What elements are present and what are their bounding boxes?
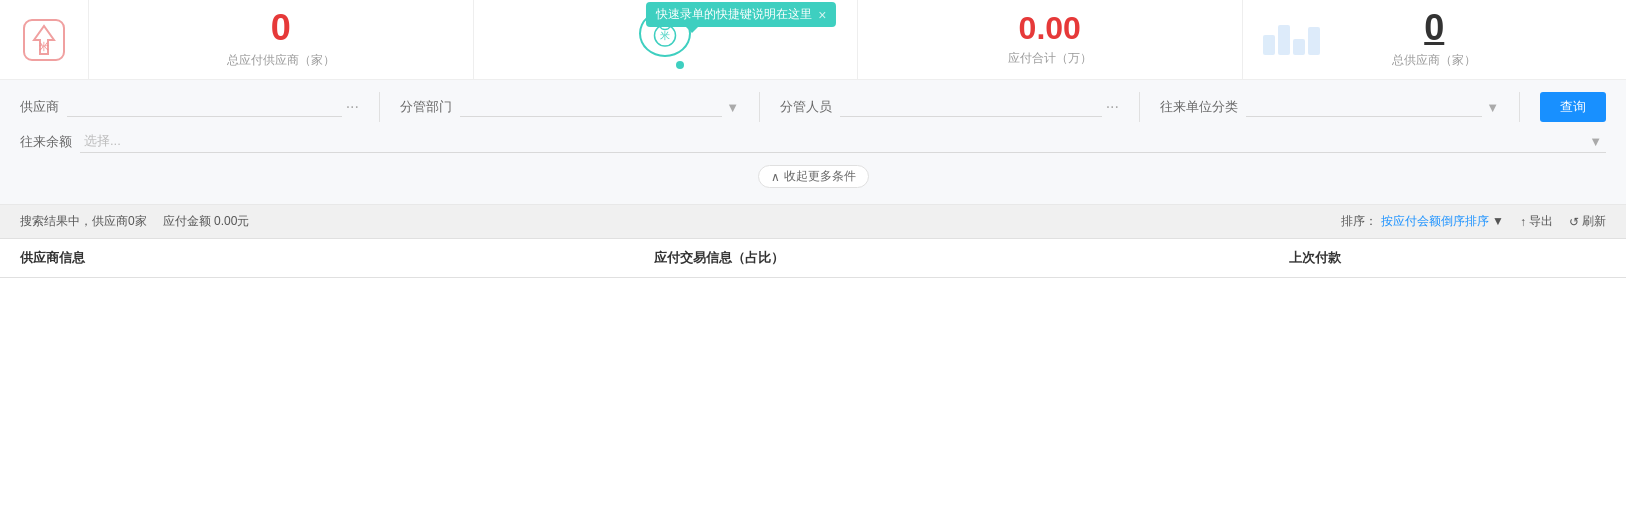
svg-text:米: 米 <box>39 41 49 52</box>
empty-content-area <box>0 278 1626 515</box>
stat-icon-area: 快速录单的快捷键说明在这里 × 米 <box>474 0 859 79</box>
refresh-label: 刷新 <box>1582 213 1606 230</box>
stat-number-payable: 0.00 <box>1019 12 1081 44</box>
filter-manager: 分管人员 ··· <box>780 97 1119 117</box>
table-col-last-payment: 上次付款 <box>1289 249 1606 267</box>
refresh-button[interactable]: ↺ 刷新 <box>1569 213 1606 230</box>
refresh-icon: ↺ <box>1569 215 1579 229</box>
svg-text:米: 米 <box>660 29 670 40</box>
supplier-dots[interactable]: ··· <box>346 98 359 116</box>
result-bar: 搜索结果中，供应商0家 应付金额 0.00元 排序： 按应付会额倒序排序 ▼ ↑… <box>0 205 1626 239</box>
sort-value[interactable]: 按应付会额倒序排序 <box>1381 214 1489 228</box>
table-header: 供应商信息 应付交易信息（占比） 上次付款 <box>0 239 1626 278</box>
filter-bar: 供应商 ··· 分管部门 ▼ 分管人员 ··· 往来单位分类 ▼ 查询 <box>0 80 1626 205</box>
balance-placeholder: 选择... <box>84 132 1585 150</box>
supplier-label: 供应商 <box>20 98 59 116</box>
export-button[interactable]: ↑ 导出 <box>1520 213 1553 230</box>
stat-label-suppliers: 总应付供应商（家） <box>227 52 335 69</box>
collapse-chevron: ∧ <box>771 170 780 184</box>
divider-3 <box>1139 92 1140 122</box>
filter-department: 分管部门 ▼ <box>400 97 739 117</box>
manager-input[interactable] <box>840 97 1102 117</box>
filter-balance: 往来余额 选择... ▼ <box>20 130 1606 153</box>
stat-number-suppliers: 0 <box>271 10 291 46</box>
logo-area: 米 <box>0 0 89 79</box>
department-label: 分管部门 <box>400 98 452 116</box>
stat-total-suppliers-right: 0 总供应商（家） <box>1243 0 1627 79</box>
result-payable-amount: 应付金额 0.00元 <box>163 213 250 230</box>
filter-supplier: 供应商 ··· <box>20 97 359 117</box>
manager-label: 分管人员 <box>780 98 832 116</box>
supplier-input[interactable] <box>67 97 342 117</box>
stat-total-payable-suppliers: 0 总应付供应商（家） <box>89 0 474 79</box>
tooltip-dot <box>676 61 684 69</box>
balance-arrow[interactable]: ▼ <box>1589 134 1602 149</box>
collapse-button[interactable]: ∧ 收起更多条件 <box>758 165 869 188</box>
unit-category-input[interactable] <box>1246 97 1482 117</box>
balance-label: 往来余额 <box>20 133 72 151</box>
stats-bar: 米 0 总应付供应商（家） 快速录单的快捷键说明在这里 × 米 0.00 应付合… <box>0 0 1626 80</box>
unit-category-label: 往来单位分类 <box>1160 98 1238 116</box>
department-input[interactable] <box>460 97 722 117</box>
divider-4 <box>1519 92 1520 122</box>
table-col-payable-info: 应付交易信息（占比） <box>654 249 1288 267</box>
sort-label-text: 排序： <box>1341 214 1377 228</box>
result-right: 排序： 按应付会额倒序排序 ▼ ↑ 导出 ↺ 刷新 <box>1341 213 1606 230</box>
result-supplier-count: 搜索结果中，供应商0家 <box>20 213 147 230</box>
tooltip-bubble: 快速录单的快捷键说明在这里 × <box>646 2 836 27</box>
stat-label-suppliers-right: 总供应商（家） <box>1392 52 1476 69</box>
tooltip-text: 快速录单的快捷键说明在这里 <box>656 6 812 23</box>
export-label: 导出 <box>1529 213 1553 230</box>
filter-row-1: 供应商 ··· 分管部门 ▼ 分管人员 ··· 往来单位分类 ▼ 查询 <box>20 92 1606 122</box>
export-icon: ↑ <box>1520 215 1526 229</box>
stat-payable-total: 0.00 应付合计（万） <box>858 0 1243 79</box>
filter-row-2: 往来余额 选择... ▼ <box>20 130 1606 153</box>
stat-number-suppliers-right: 0 <box>1424 10 1444 46</box>
manager-dots[interactable]: ··· <box>1106 98 1119 116</box>
table-col-supplier-info: 供应商信息 <box>20 249 654 267</box>
collapse-label: 收起更多条件 <box>784 168 856 185</box>
department-arrow[interactable]: ▼ <box>726 100 739 115</box>
balance-select[interactable]: 选择... ▼ <box>80 130 1606 153</box>
tooltip-close-btn[interactable]: × <box>818 7 826 23</box>
sort-label: 排序： 按应付会额倒序排序 ▼ <box>1341 213 1504 230</box>
divider-2 <box>759 92 760 122</box>
divider-1 <box>379 92 380 122</box>
stat-label-payable: 应付合计（万） <box>1008 50 1092 67</box>
sort-arrow[interactable]: ▼ <box>1492 214 1504 228</box>
unit-category-arrow[interactable]: ▼ <box>1486 100 1499 115</box>
collapse-row: ∧ 收起更多条件 <box>20 161 1606 196</box>
result-left: 搜索结果中，供应商0家 应付金额 0.00元 <box>20 213 249 230</box>
filter-unit-category: 往来单位分类 ▼ <box>1160 97 1499 117</box>
query-button[interactable]: 查询 <box>1540 92 1606 122</box>
